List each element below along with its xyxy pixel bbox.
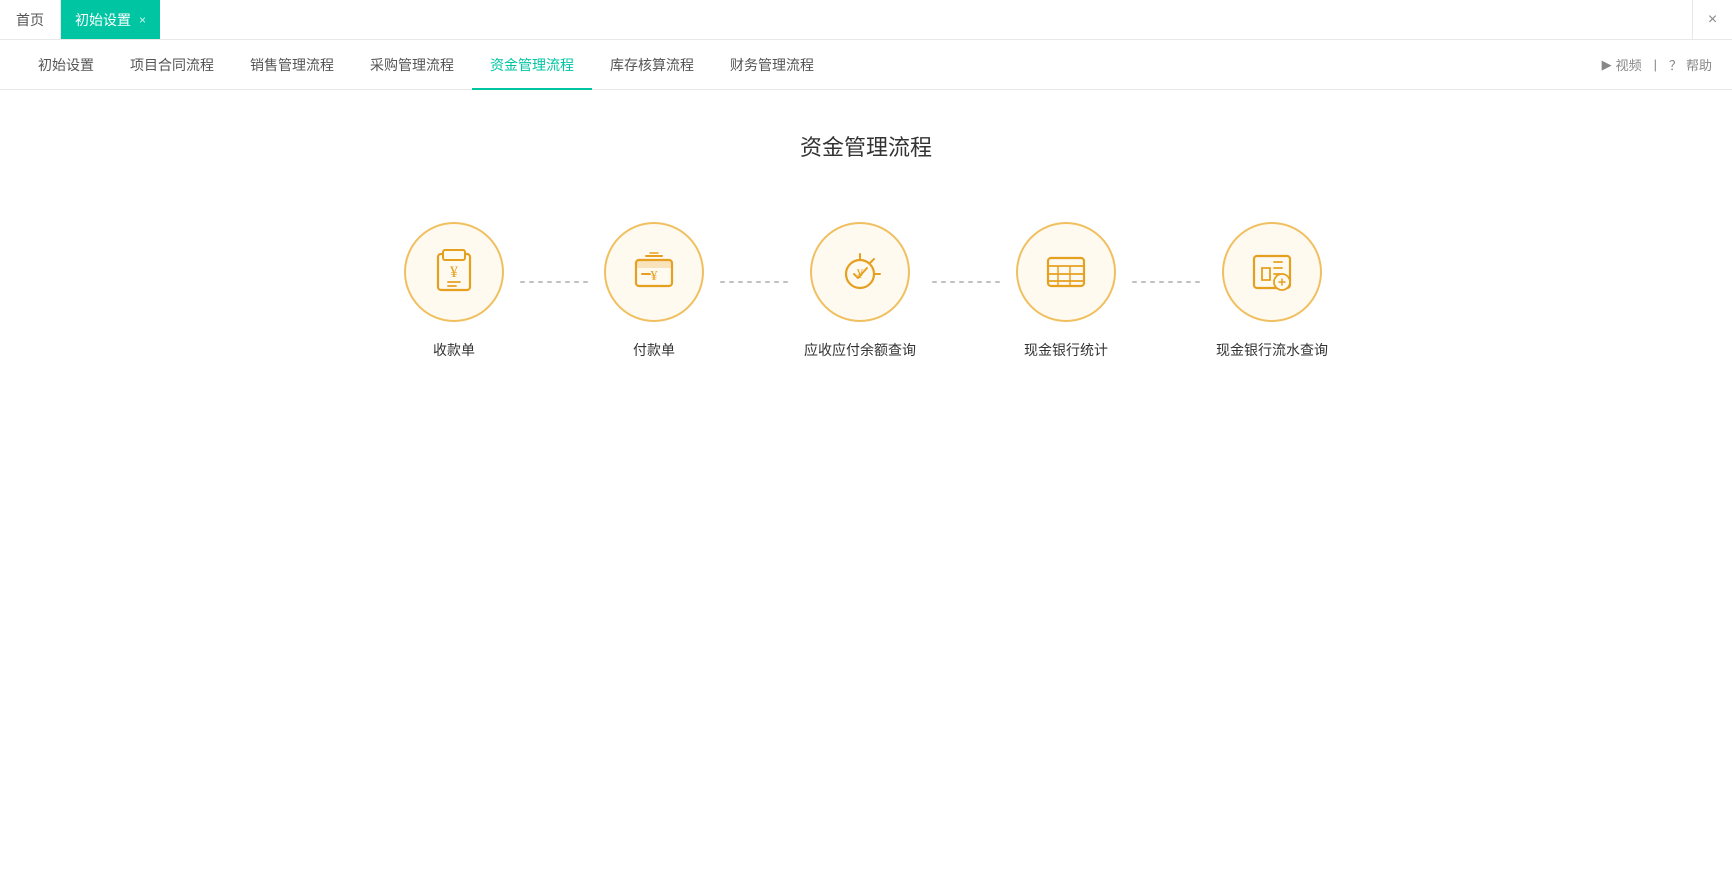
cashbank-icon <box>1040 246 1092 298</box>
connector-4 <box>1132 281 1200 283</box>
video-icon: ▶ <box>1602 57 1612 73</box>
home-tab[interactable]: 首页 <box>0 0 61 39</box>
receipt-icon: ¥ <box>428 246 480 298</box>
video-label: 视频 <box>1616 55 1642 74</box>
video-help-link[interactable]: ▶ 视频 <box>1602 55 1642 74</box>
flow-label-balance: 应收应付余额查询 <box>804 340 916 360</box>
flow-circle-cashbank <box>1016 222 1116 322</box>
nav-item-project[interactable]: 项目合同流程 <box>112 40 232 90</box>
flow-item-payment[interactable]: ¥ 付款单 <box>604 222 704 360</box>
nav-item-finance[interactable]: 财务管理流程 <box>712 40 832 90</box>
svg-text:¥: ¥ <box>450 264 458 281</box>
flow-label-cashbank: 现金银行统计 <box>1024 340 1108 360</box>
flow-item-balance[interactable]: ¥ 应收应付余额查询 <box>804 222 916 360</box>
window-close-button[interactable]: × <box>1692 0 1732 40</box>
flow-label-receipt: 收款单 <box>433 340 475 360</box>
flow-label-transaction: 现金银行流水查询 <box>1216 340 1328 360</box>
flow-item-transaction[interactable]: + 现金银行流水查询 <box>1216 222 1328 360</box>
page-title: 资金管理流程 <box>20 130 1712 162</box>
flow-item-cashbank[interactable]: 现金银行统计 <box>1016 222 1116 360</box>
flow-item-receipt[interactable]: ¥ 收款单 <box>404 222 504 360</box>
flow-circle-payment: ¥ <box>604 222 704 322</box>
svg-text:¥: ¥ <box>857 266 864 281</box>
nav-right: ▶ 视频 | ？ 帮助 <box>1602 55 1712 74</box>
balance-icon: ¥ <box>834 246 886 298</box>
connector-1 <box>520 281 588 283</box>
flow-circle-balance: ¥ <box>810 222 910 322</box>
flow-circle-transaction: + <box>1222 222 1322 322</box>
tab-close-icon[interactable]: × <box>139 13 146 27</box>
connector-2 <box>720 281 788 283</box>
nav-bar: 初始设置 项目合同流程 销售管理流程 采购管理流程 资金管理流程 库存核算流程 … <box>0 40 1732 90</box>
nav-item-purchase[interactable]: 采购管理流程 <box>352 40 472 90</box>
nav-item-inventory[interactable]: 库存核算流程 <box>592 40 712 90</box>
nav-item-fund[interactable]: 资金管理流程 <box>472 40 592 90</box>
top-bar: 首页 初始设置 × × <box>0 0 1732 40</box>
connector-3 <box>932 281 1000 283</box>
payment-icon: ¥ <box>628 246 680 298</box>
transaction-icon: + <box>1246 246 1298 298</box>
nav-item-sales[interactable]: 销售管理流程 <box>232 40 352 90</box>
help-link[interactable]: ？ 帮助 <box>1669 55 1712 74</box>
flow-container: ¥ 收款单 ¥ <box>20 222 1712 360</box>
active-tab[interactable]: 初始设置 × <box>61 0 160 39</box>
flow-label-payment: 付款单 <box>633 340 675 360</box>
svg-text:¥: ¥ <box>651 269 658 284</box>
flow-circle-receipt: ¥ <box>404 222 504 322</box>
help-label: 帮助 <box>1686 55 1712 74</box>
active-tab-label: 初始设置 <box>75 10 131 30</box>
main-content: 资金管理流程 ¥ 收款单 <box>0 90 1732 885</box>
help-icon: ？ <box>1669 55 1682 74</box>
nav-item-init[interactable]: 初始设置 <box>20 40 112 90</box>
